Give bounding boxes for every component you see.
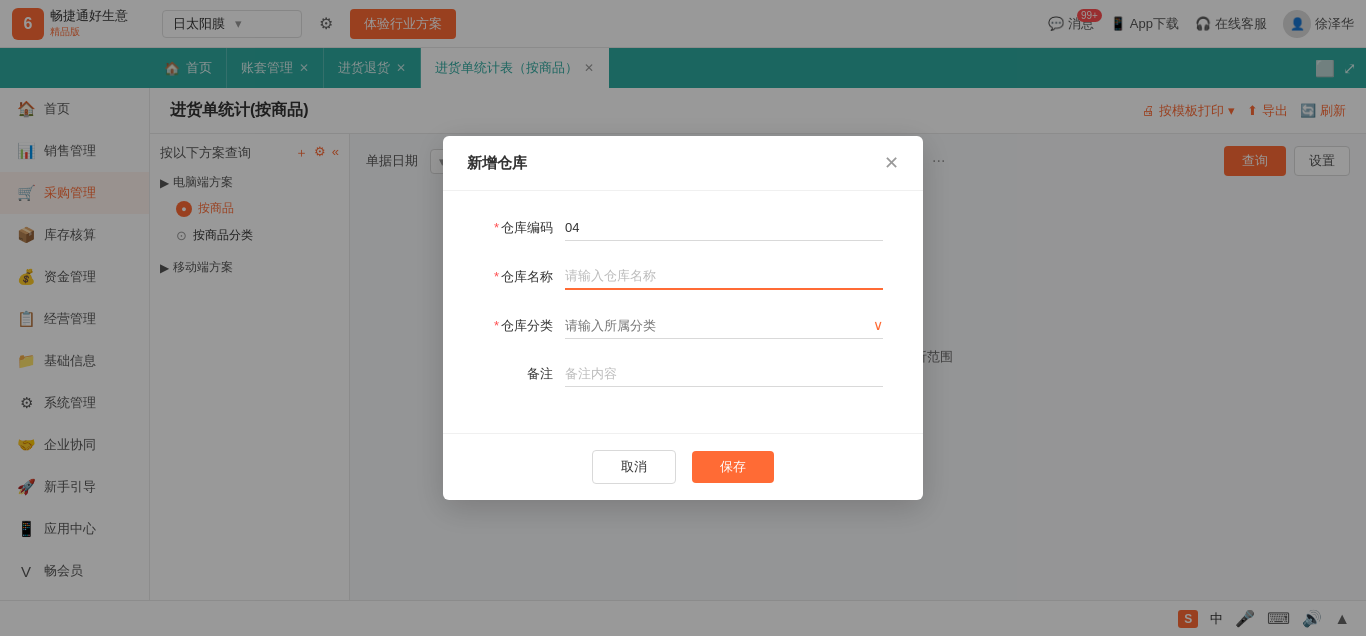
modal-overlay[interactable]: 新增仓库 ✕ 仓库编码 仓库名称 仓库分类 ∨ 备注 [0, 0, 1366, 636]
name-field-row: 仓库名称 [483, 263, 883, 290]
category-label: 仓库分类 [483, 317, 553, 335]
chevron-down-icon[interactable]: ∨ [873, 317, 883, 333]
category-field-row: 仓库分类 ∨ [483, 312, 883, 339]
category-select[interactable]: ∨ [565, 312, 883, 339]
category-input[interactable] [565, 318, 873, 333]
modal-header: 新增仓库 ✕ [443, 136, 923, 191]
note-label: 备注 [483, 365, 553, 383]
close-icon[interactable]: ✕ [884, 152, 899, 174]
modal-body: 仓库编码 仓库名称 仓库分类 ∨ 备注 [443, 191, 923, 433]
note-field-row: 备注 [483, 361, 883, 387]
add-warehouse-modal: 新增仓库 ✕ 仓库编码 仓库名称 仓库分类 ∨ 备注 [443, 136, 923, 500]
name-input[interactable] [565, 263, 883, 290]
name-label: 仓库名称 [483, 268, 553, 286]
code-field-row: 仓库编码 [483, 215, 883, 241]
code-input[interactable] [565, 215, 883, 241]
modal-footer: 取消 保存 [443, 433, 923, 500]
cancel-button[interactable]: 取消 [592, 450, 676, 484]
note-input[interactable] [565, 361, 883, 387]
code-label: 仓库编码 [483, 219, 553, 237]
modal-title: 新增仓库 [467, 154, 527, 173]
save-button[interactable]: 保存 [692, 451, 774, 483]
